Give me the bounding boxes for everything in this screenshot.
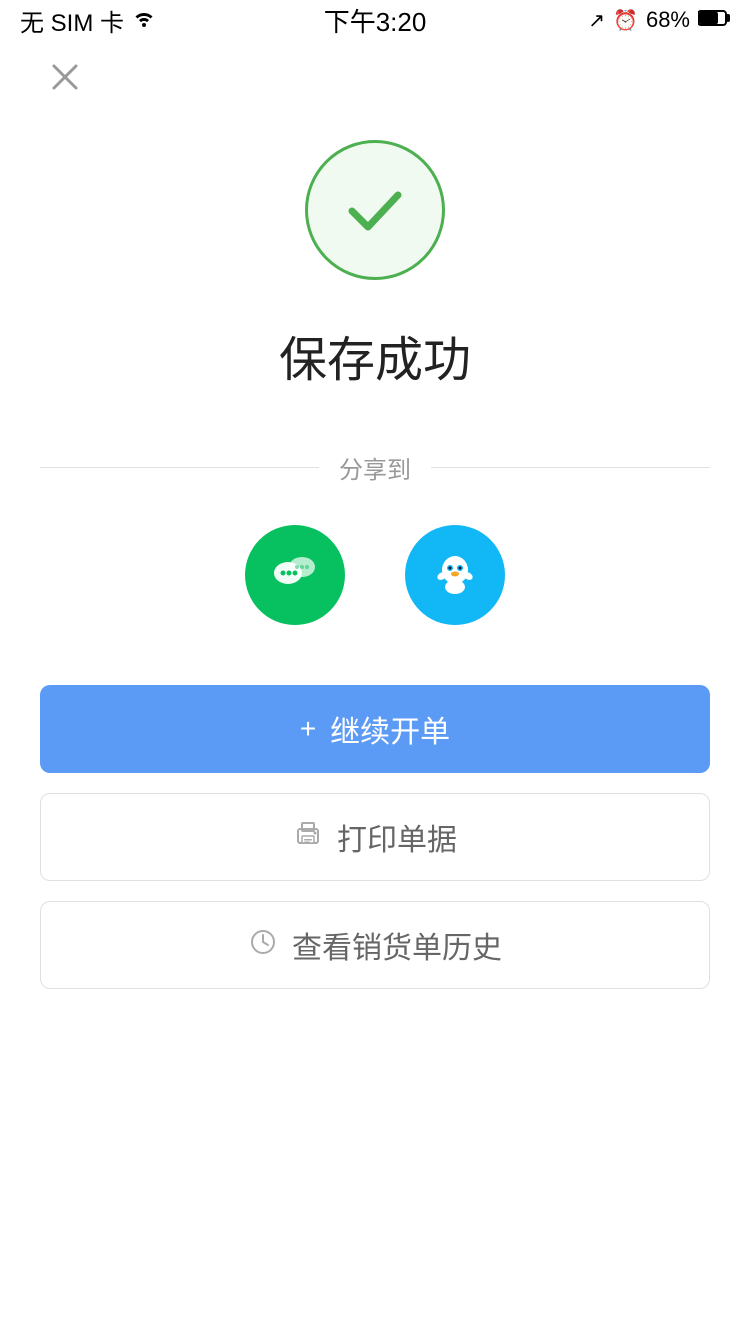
status-time: 下午3:20 xyxy=(324,2,427,39)
success-icon-circle xyxy=(305,140,445,280)
alarm-icon: ⏰ xyxy=(613,8,638,33)
location-icon: ↗ xyxy=(588,8,605,33)
share-wechat-button[interactable] xyxy=(245,525,345,625)
divider-line-right xyxy=(431,467,710,468)
status-right: ↗ ⏰ 68% xyxy=(588,7,730,33)
print-receipt-label: 打印单据 xyxy=(337,815,457,859)
wechat-icon xyxy=(267,547,323,603)
view-history-button[interactable]: 查看销货单历史 xyxy=(40,901,710,989)
continue-order-button[interactable]: + 继续开单 xyxy=(40,685,710,773)
history-icon xyxy=(248,927,278,964)
share-label: 分享到 xyxy=(319,450,431,485)
action-buttons: + 继续开单 打印单据 xyxy=(0,685,750,989)
status-left: 无 SIM 卡 xyxy=(20,3,156,38)
battery-icon xyxy=(698,7,730,33)
checkmark-icon xyxy=(340,175,410,245)
view-history-label: 查看销货单历史 xyxy=(292,923,502,967)
success-title: 保存成功 xyxy=(279,320,471,390)
wifi-icon xyxy=(132,6,156,34)
share-section: 分享到 xyxy=(0,450,750,625)
share-icons-row xyxy=(245,525,505,625)
share-divider: 分享到 xyxy=(0,450,750,485)
print-icon xyxy=(293,819,323,856)
plus-icon: + xyxy=(300,713,316,745)
status-bar: 无 SIM 卡 下午3:20 ↗ ⏰ 68% xyxy=(0,0,750,40)
qq-icon xyxy=(427,547,483,603)
print-receipt-button[interactable]: 打印单据 xyxy=(40,793,710,881)
no-sim-text: 无 SIM 卡 xyxy=(20,3,124,38)
close-button[interactable] xyxy=(40,52,90,102)
continue-order-label: 继续开单 xyxy=(330,707,450,751)
share-qq-button[interactable] xyxy=(405,525,505,625)
divider-line-left xyxy=(40,467,319,468)
main-content: 保存成功 分享到 xyxy=(0,40,750,989)
battery-text: 68% xyxy=(646,7,690,33)
